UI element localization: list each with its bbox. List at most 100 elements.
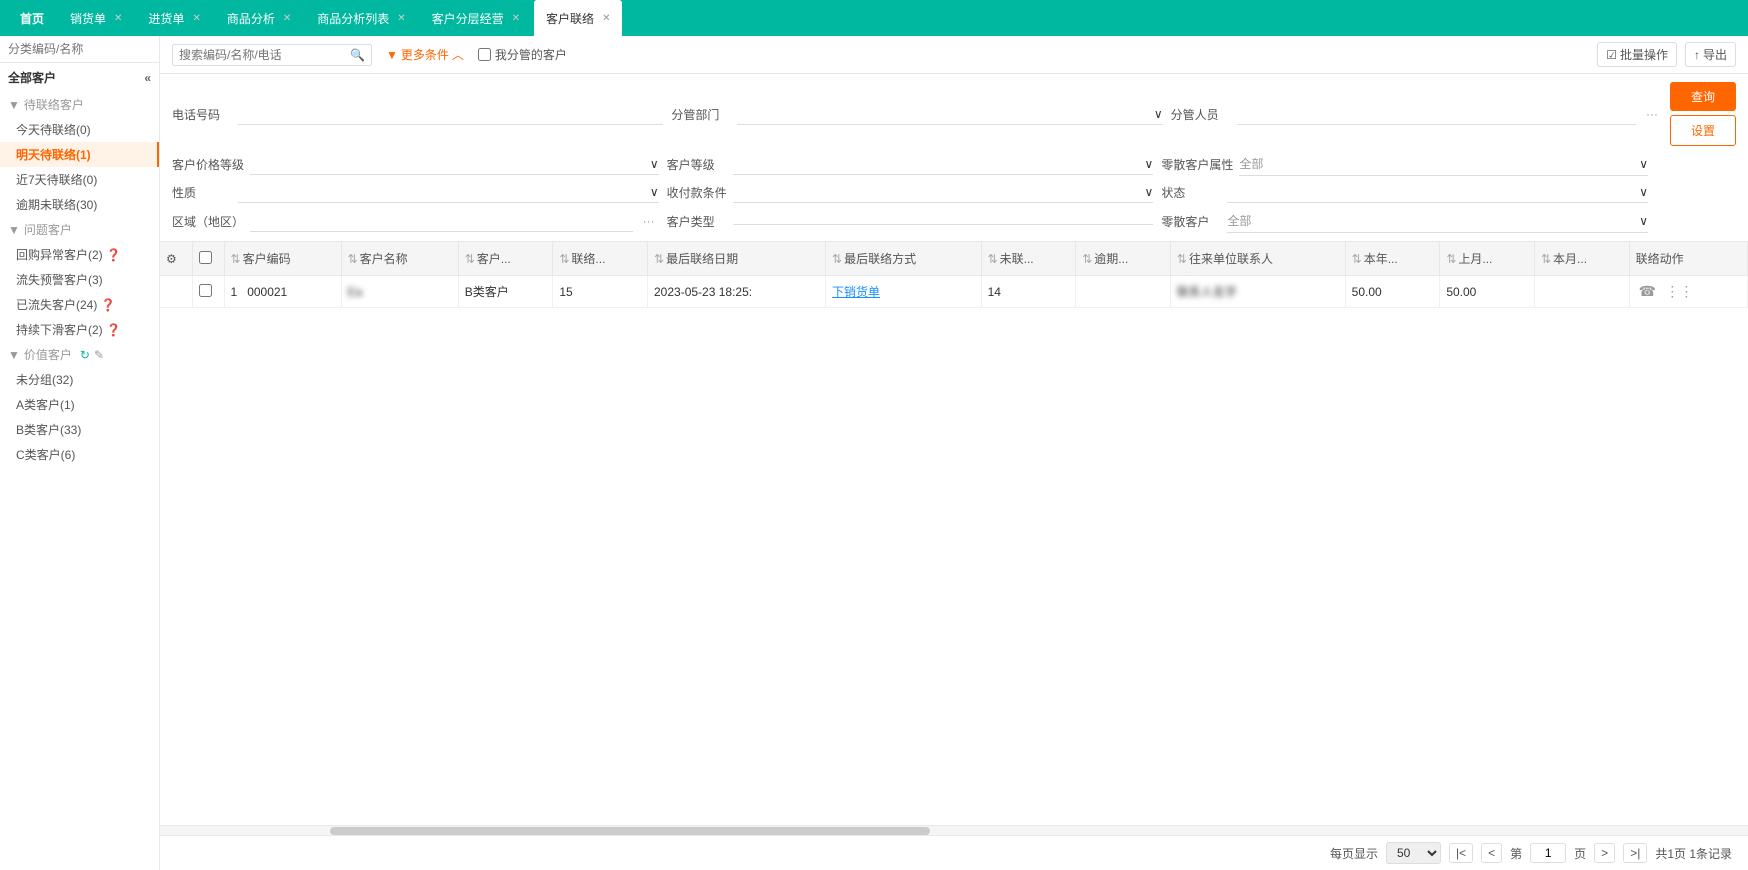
- group-label: 问题客户: [24, 221, 72, 238]
- customer-code: 000021: [247, 285, 287, 299]
- region-input[interactable]: [250, 211, 633, 232]
- nav-product-analysis-list[interactable]: 商品分析列表 ✕: [305, 0, 417, 36]
- customer-type-select[interactable]: [733, 218, 1154, 225]
- sidebar-search-input[interactable]: [8, 42, 160, 56]
- filter-dept: 分管部门 ∨: [671, 104, 1162, 125]
- prev-page-button[interactable]: <: [1481, 843, 1502, 863]
- refresh-icon[interactable]: ↻: [80, 348, 90, 362]
- triangle-icon: ▼: [8, 98, 20, 112]
- sidebar-item-declining[interactable]: 持续下滑客户(2) ❓: [0, 317, 159, 342]
- close-icon[interactable]: ✕: [192, 13, 200, 24]
- filter-row-3: 性质 ∨ 收付款条件 ∨ 状态: [172, 182, 1736, 203]
- sidebar-item-today[interactable]: 今天待联络(0): [0, 117, 159, 142]
- sidebar-item-tomorrow[interactable]: 明天待联络(1): [0, 142, 159, 167]
- collapse-icon: «: [144, 71, 151, 85]
- sidebar-item-tier-a[interactable]: A类客户(1): [0, 392, 159, 417]
- sidebar-item-tier-b[interactable]: B类客户(33): [0, 417, 159, 442]
- all-customers-header[interactable]: 全部客户 «: [0, 63, 159, 92]
- query-button[interactable]: 查询: [1670, 82, 1736, 111]
- customer-tier-select[interactable]: ∨: [733, 154, 1154, 175]
- action-more-icon[interactable]: ⋮⋮: [1662, 283, 1696, 299]
- horizontal-scrollbar[interactable]: [160, 825, 1748, 835]
- sidebar-item-ungrouped[interactable]: 未分组(32): [0, 367, 159, 392]
- chevron-down-icon: ∨: [1145, 185, 1154, 199]
- row-checkbox[interactable]: [199, 284, 212, 297]
- scrollbar-thumb[interactable]: [330, 827, 930, 835]
- td-unit-contact: 联系人名字: [1170, 276, 1345, 308]
- td-tier: B类客户: [458, 276, 553, 308]
- group-value-customers[interactable]: ▼ 价值客户 ↻ ✎: [0, 342, 159, 367]
- export-button[interactable]: ↑ 导出: [1685, 42, 1736, 67]
- select-all-checkbox[interactable]: [199, 251, 212, 264]
- close-icon[interactable]: ✕: [397, 13, 405, 24]
- edit-icon[interactable]: ✎: [94, 348, 104, 362]
- sidebar-item-overdue[interactable]: 逾期未联络(30): [0, 192, 159, 217]
- td-action: ☎ ⋮⋮: [1629, 276, 1747, 308]
- status-select[interactable]: ∨: [1227, 182, 1648, 203]
- close-icon[interactable]: ✕: [114, 13, 122, 24]
- sidebar-item-churned[interactable]: 已流失客户(24) ❓: [0, 292, 159, 317]
- next-page-button[interactable]: >: [1594, 843, 1615, 863]
- search-input[interactable]: [179, 48, 346, 62]
- triangle-icon: ▼: [8, 223, 20, 237]
- group-label: 价值客户: [24, 346, 72, 363]
- retail-customer-select[interactable]: 全部 ∨: [1227, 209, 1648, 233]
- manager-input[interactable]: [1237, 104, 1636, 125]
- phone-input[interactable]: [238, 104, 663, 125]
- table-header-row: ⚙ ⇅ 客户编码 ⇅: [160, 242, 1748, 276]
- gear-icon[interactable]: ⚙: [166, 252, 177, 266]
- last-contact-method-link[interactable]: 下销货单: [832, 285, 880, 299]
- price-tier-label: 客户价格等级: [172, 156, 244, 173]
- td-seq-code: 1 000021: [224, 276, 341, 308]
- manager-more-btn[interactable]: ···: [1642, 107, 1662, 121]
- region-more-btn[interactable]: ···: [639, 214, 659, 228]
- sort-icon: ⇅: [1541, 252, 1551, 266]
- nav-product-analysis[interactable]: 商品分析 ✕: [215, 0, 303, 36]
- search-icon[interactable]: 🔍: [350, 48, 365, 62]
- sidebar-item-week[interactable]: 近7天待联络(0): [0, 167, 159, 192]
- nav-customer-tier[interactable]: 客户分层经营 ✕: [420, 0, 532, 36]
- sidebar-item-churn-warning[interactable]: 流失预警客户(3): [0, 267, 159, 292]
- chevron-down-icon: ∨: [1154, 107, 1163, 121]
- close-icon[interactable]: ✕: [283, 13, 291, 24]
- page-number-input[interactable]: [1530, 843, 1566, 863]
- group-problem-customers[interactable]: ▼ 问题客户: [0, 217, 159, 242]
- sort-icon: ⇅: [231, 252, 241, 266]
- sidebar-item-repurchase-abnormal[interactable]: 回购异常客户(2) ❓: [0, 242, 159, 267]
- nav-purchase[interactable]: 进货单 ✕: [136, 0, 212, 36]
- first-page-button[interactable]: |<: [1449, 843, 1473, 863]
- set-button[interactable]: 设置: [1670, 115, 1736, 146]
- action-phone-icon[interactable]: ☎: [1636, 283, 1659, 299]
- retail-attr-select[interactable]: 全部 ∨: [1239, 152, 1648, 176]
- chevron-down-icon: ∨: [1639, 157, 1648, 171]
- filter-panel: 电话号码 分管部门 ∨ 分管人员 ··· 查询 设置: [160, 74, 1748, 242]
- td-overdue: [1076, 276, 1171, 308]
- td-last-contact-method: 下销货单: [826, 276, 982, 308]
- search-input-wrap: 🔍: [172, 44, 372, 66]
- price-tier-select[interactable]: ∨: [250, 154, 659, 175]
- nav-sale[interactable]: 销货单 ✕: [58, 0, 134, 36]
- last-page-button[interactable]: >|: [1623, 843, 1647, 863]
- sort-icon: ⇅: [1082, 252, 1092, 266]
- sort-icon: ⇅: [654, 252, 664, 266]
- batch-ops-button[interactable]: ☑ 批量操作: [1597, 42, 1677, 67]
- nav-home[interactable]: 首页: [8, 0, 56, 36]
- page-label: 第: [1510, 845, 1522, 862]
- chevron-down-icon: ∨: [650, 185, 659, 199]
- dept-select[interactable]: ∨: [737, 104, 1162, 125]
- seq-number: 1: [231, 285, 244, 299]
- payment-select[interactable]: ∨: [733, 182, 1154, 203]
- sort-icon: ⇅: [988, 252, 998, 266]
- more-filter-button[interactable]: ▼ 更多条件 ︿: [380, 43, 470, 66]
- sidebar-item-tier-c[interactable]: C类客户(6): [0, 442, 159, 467]
- close-icon[interactable]: ✕: [602, 13, 610, 24]
- unit-contact-value: 联系人名字: [1177, 285, 1237, 299]
- close-icon[interactable]: ✕: [512, 13, 520, 24]
- nature-select[interactable]: ∨: [238, 182, 659, 203]
- per-page-select[interactable]: 50 100 200: [1386, 842, 1441, 864]
- nav-customer-contact[interactable]: 客户联络 ✕: [534, 0, 622, 36]
- my-customers-check-input[interactable]: [478, 48, 491, 61]
- group-pending-contact[interactable]: ▼ 待联络客户: [0, 92, 159, 117]
- td-settings: [160, 276, 192, 308]
- my-customers-checkbox[interactable]: 我分管的客户: [478, 46, 567, 63]
